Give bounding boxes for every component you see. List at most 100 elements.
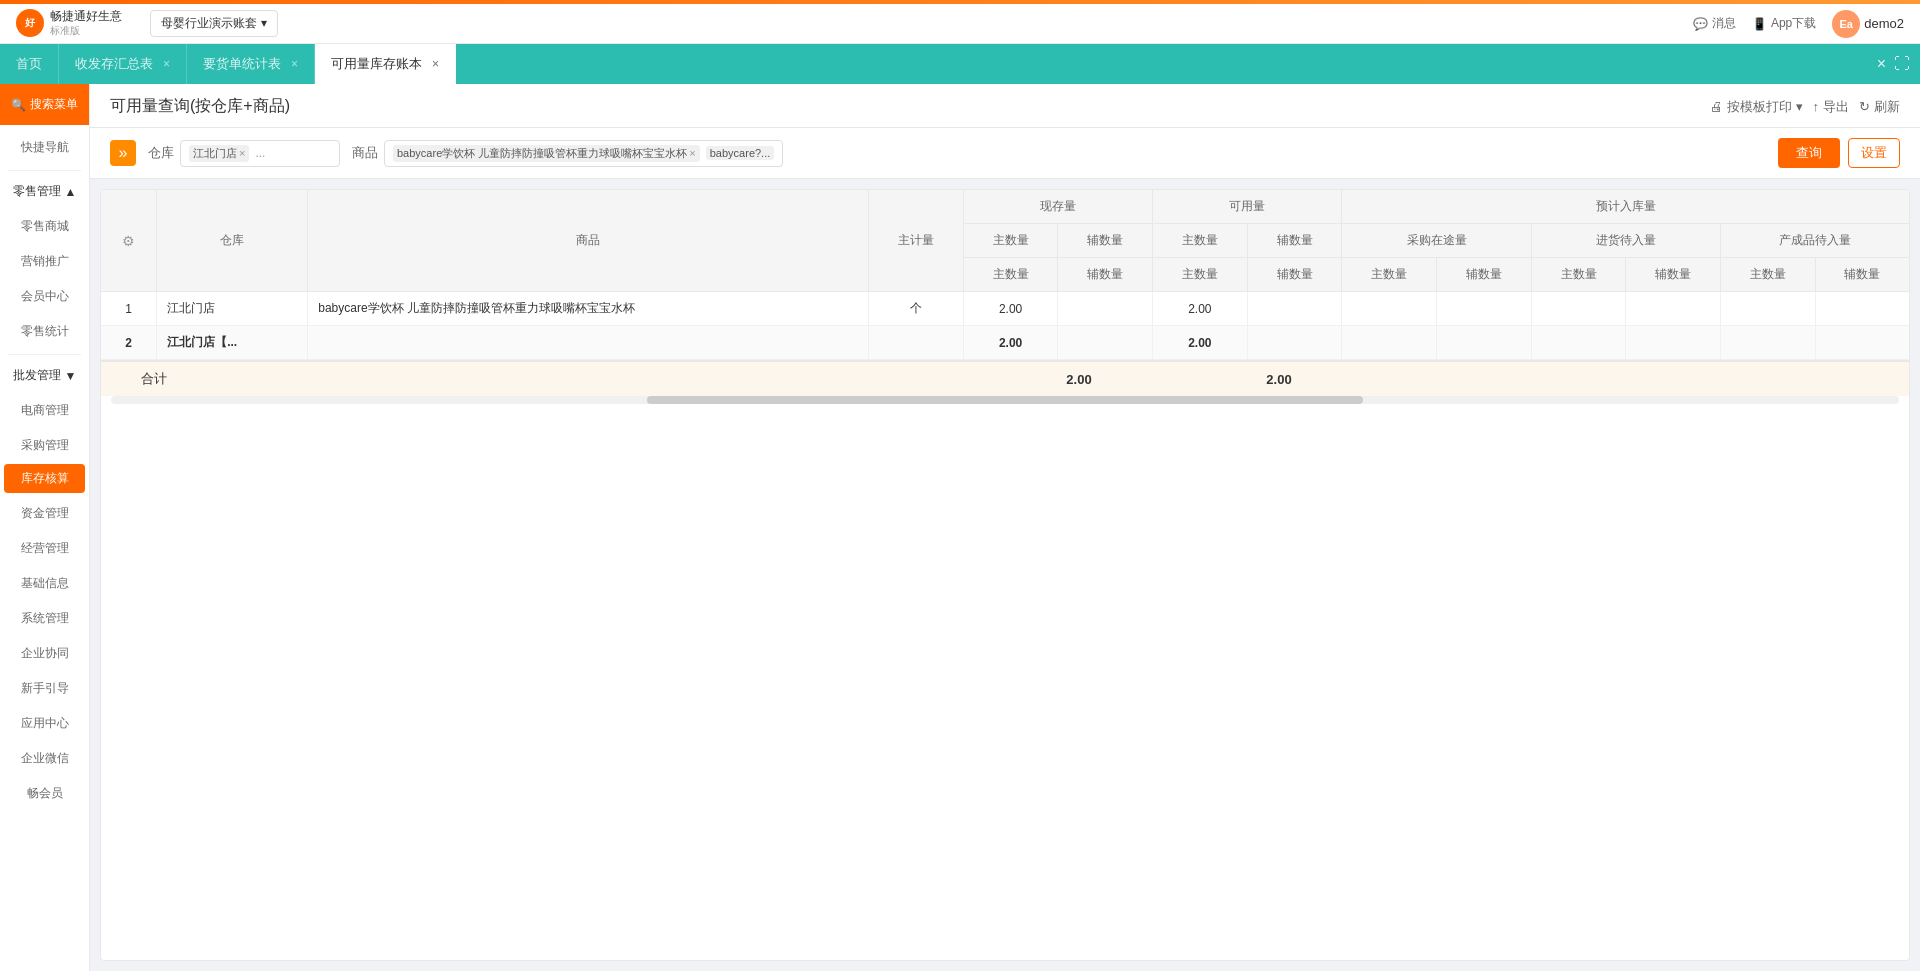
message-action[interactable]: 💬 消息 <box>1693 15 1736 32</box>
td-pur-tr-aux <box>1437 292 1532 326</box>
avatar-text: Ea <box>1840 18 1853 30</box>
sidebar-item-marketing[interactable]: 营销推广 <box>4 245 85 278</box>
tab-close-icon[interactable]: × <box>163 57 170 71</box>
product-filter-label: 商品 <box>352 144 378 162</box>
close-all-tabs-button[interactable]: × <box>1877 55 1886 73</box>
td-current-main: 2.00 <box>963 326 1058 360</box>
query-button[interactable]: 查询 <box>1778 138 1840 168</box>
printer-icon: 🖨 <box>1710 99 1723 114</box>
warehouse-filter-label: 仓库 <box>148 144 174 162</box>
warehouse-ellipsis[interactable]: ... <box>255 146 265 160</box>
sidebar-nav: 快捷导航 零售管理 ▲ 零售商城 营销推广 会员中心 零售统计 批发管理 ▼ <box>0 125 89 816</box>
warehouse-tag-close-icon[interactable]: × <box>239 147 245 159</box>
warehouse-filter-group: 仓库 江北门店 × ... <box>148 140 340 167</box>
sidebar-item-ecommerce-mgmt[interactable]: 电商管理 <box>4 394 85 427</box>
sidebar-item-retail-mall[interactable]: 零售商城 <box>4 210 85 243</box>
th-pur-tr-main: 主数量 <box>1342 258 1437 292</box>
th-pur-pe-aux: 辅数量 <box>1626 258 1721 292</box>
warehouse-filter-input[interactable]: 江北门店 × ... <box>180 140 340 167</box>
tab-close-icon[interactable]: × <box>432 57 439 71</box>
sidebar-item-system-mgmt[interactable]: 系统管理 <box>4 602 85 635</box>
sidebar-item-label: 企业微信 <box>21 751 69 765</box>
sidebar-item-label: 采购管理 <box>21 438 69 452</box>
search-menu-label: 搜索菜单 <box>30 96 78 113</box>
sidebar-item-label: 基础信息 <box>21 576 69 590</box>
sidebar-item-label: 系统管理 <box>21 611 69 625</box>
footer-avail-main: 2.00 <box>1219 372 1339 387</box>
fullscreen-button[interactable]: ⛶ <box>1894 55 1910 73</box>
sidebar-item-purchase-mgmt[interactable]: 采购管理 <box>4 429 85 462</box>
sidebar-item-member-center[interactable]: 会员中心 <box>4 280 85 313</box>
content-area: 可用量查询(按仓库+商品) 🖨 按模板打印 ▾ ↑ 导出 ↻ 刷新 <box>90 84 1920 971</box>
expand-icon: ▼ <box>65 369 77 383</box>
th-cur-main: 主数量 <box>963 258 1058 292</box>
export-icon: ↑ <box>1813 99 1820 114</box>
tab-order-stats[interactable]: 要货单统计表 × <box>187 44 315 84</box>
sidebar-item-basic-info[interactable]: 基础信息 <box>4 567 85 600</box>
search-menu-button[interactable]: 🔍 搜索菜单 <box>4 92 85 117</box>
logo-title: 畅捷通好生意 <box>50 9 122 23</box>
sidebar-item-app-center[interactable]: 应用中心 <box>4 707 85 740</box>
table-header-row-1: ⚙ 仓库 商品 主计量 现存量 可用量 预计入库量 <box>101 190 1909 224</box>
top-bar-right: 💬 消息 📱 App下载 Ea demo2 <box>1693 10 1904 38</box>
warehouse-tag-text: 江北门店 <box>193 146 237 161</box>
chevron-down-icon: ▾ <box>261 16 267 30</box>
horizontal-scrollbar[interactable] <box>111 396 1899 404</box>
tab-home[interactable]: 首页 <box>0 44 59 84</box>
td-unit: 个 <box>869 292 964 326</box>
th-settings[interactable]: ⚙ <box>101 190 157 292</box>
sidebar-item-label: 经营管理 <box>21 541 69 555</box>
sidebar-item-label: 资金管理 <box>21 506 69 520</box>
th-current-main-qty: 主数量 <box>963 224 1058 258</box>
sidebar-item-inventory-check[interactable]: 库存核算 <box>4 464 85 493</box>
sidebar-item-new-guide[interactable]: 新手引导 <box>4 672 85 705</box>
tab-receive-summary[interactable]: 收发存汇总表 × <box>59 44 187 84</box>
filter-toggle-button[interactable]: » <box>110 140 136 166</box>
export-button[interactable]: ↑ 导出 <box>1813 98 1850 116</box>
product-filter-group: 商品 babycare学饮杯 儿童防摔防撞吸管杯重力球吸嘴杯宝宝水杯 × bab… <box>352 140 783 167</box>
sidebar-item-wholesale-mgmt[interactable]: 批发管理 ▼ <box>4 361 85 390</box>
td-index: 2 <box>101 326 157 360</box>
td-current-aux <box>1058 292 1153 326</box>
product-filter-input[interactable]: babycare学饮杯 儿童防摔防撞吸管杯重力球吸嘴杯宝宝水杯 × babyca… <box>384 140 783 167</box>
td-pur-tr-main <box>1342 292 1437 326</box>
tab-home-label: 首页 <box>16 55 42 73</box>
sidebar-item-vip-member[interactable]: 畅会员 <box>4 777 85 810</box>
tab-receive-summary-label: 收发存汇总表 <box>75 55 153 73</box>
user-name: demo2 <box>1864 16 1904 31</box>
sidebar-item-label: 营销推广 <box>21 254 69 268</box>
th-product: 商品 <box>308 190 869 292</box>
export-label: 导出 <box>1823 98 1849 116</box>
product-tag-1-close-icon[interactable]: × <box>689 147 695 159</box>
table-footer: 合计 2.00 2.00 <box>101 360 1909 396</box>
th-expected-in: 预计入库量 <box>1342 190 1909 224</box>
scroll-thumb[interactable] <box>647 396 1362 404</box>
sidebar-item-finance-mgmt[interactable]: 资金管理 <box>4 497 85 530</box>
sidebar-item-enterprise-wechat[interactable]: 企业微信 <box>4 742 85 775</box>
settings-button[interactable]: 设置 <box>1848 138 1900 168</box>
settings-icon: ⚙ <box>122 233 135 249</box>
app-download-action[interactable]: 📱 App下载 <box>1752 15 1816 32</box>
td-index: 1 <box>101 292 157 326</box>
filter-bar: » 仓库 江北门店 × ... 商品 babycare学饮杯 儿童防摔防撞吸管杯… <box>90 128 1920 179</box>
refresh-button[interactable]: ↻ 刷新 <box>1859 98 1900 116</box>
template-print-button[interactable]: 🖨 按模板打印 ▾ <box>1710 98 1803 116</box>
sidebar-item-retail-mgmt[interactable]: 零售管理 ▲ <box>4 177 85 206</box>
industry-selector[interactable]: 母婴行业演示账套 ▾ <box>150 10 278 37</box>
tab-available-stock[interactable]: 可用量库存账本 × <box>315 44 456 84</box>
page-title-row: 可用量查询(按仓库+商品) 🖨 按模板打印 ▾ ↑ 导出 ↻ 刷新 <box>110 96 1900 117</box>
th-pur-tr-aux: 辅数量 <box>1437 258 1532 292</box>
sidebar-search-area: 🔍 搜索菜单 <box>0 84 89 125</box>
sidebar-item-enterprise-collab[interactable]: 企业协同 <box>4 637 85 670</box>
td-pur-tr-main <box>1342 326 1437 360</box>
top-bar-left: 好 畅捷通好生意 标准版 母婴行业演示账套 ▾ <box>16 9 278 37</box>
sidebar-item-operations-mgmt[interactable]: 经营管理 <box>4 532 85 565</box>
page-actions: 🖨 按模板打印 ▾ ↑ 导出 ↻ 刷新 <box>1710 98 1901 116</box>
table-row: 1 江北门店 babycare学饮杯 儿童防摔防撞吸管杯重力球吸嘴杯宝宝水杯 个… <box>101 292 1909 326</box>
tab-close-icon[interactable]: × <box>291 57 298 71</box>
sidebar-item-quick-nav[interactable]: 快捷导航 <box>4 131 85 164</box>
product-tag-2: babycare?... <box>706 146 775 160</box>
user-area[interactable]: Ea demo2 <box>1832 10 1904 38</box>
sidebar-item-retail-stats[interactable]: 零售统计 <box>4 315 85 348</box>
table-row-subtotal: 2 江北门店【... 2.00 2.00 <box>101 326 1909 360</box>
